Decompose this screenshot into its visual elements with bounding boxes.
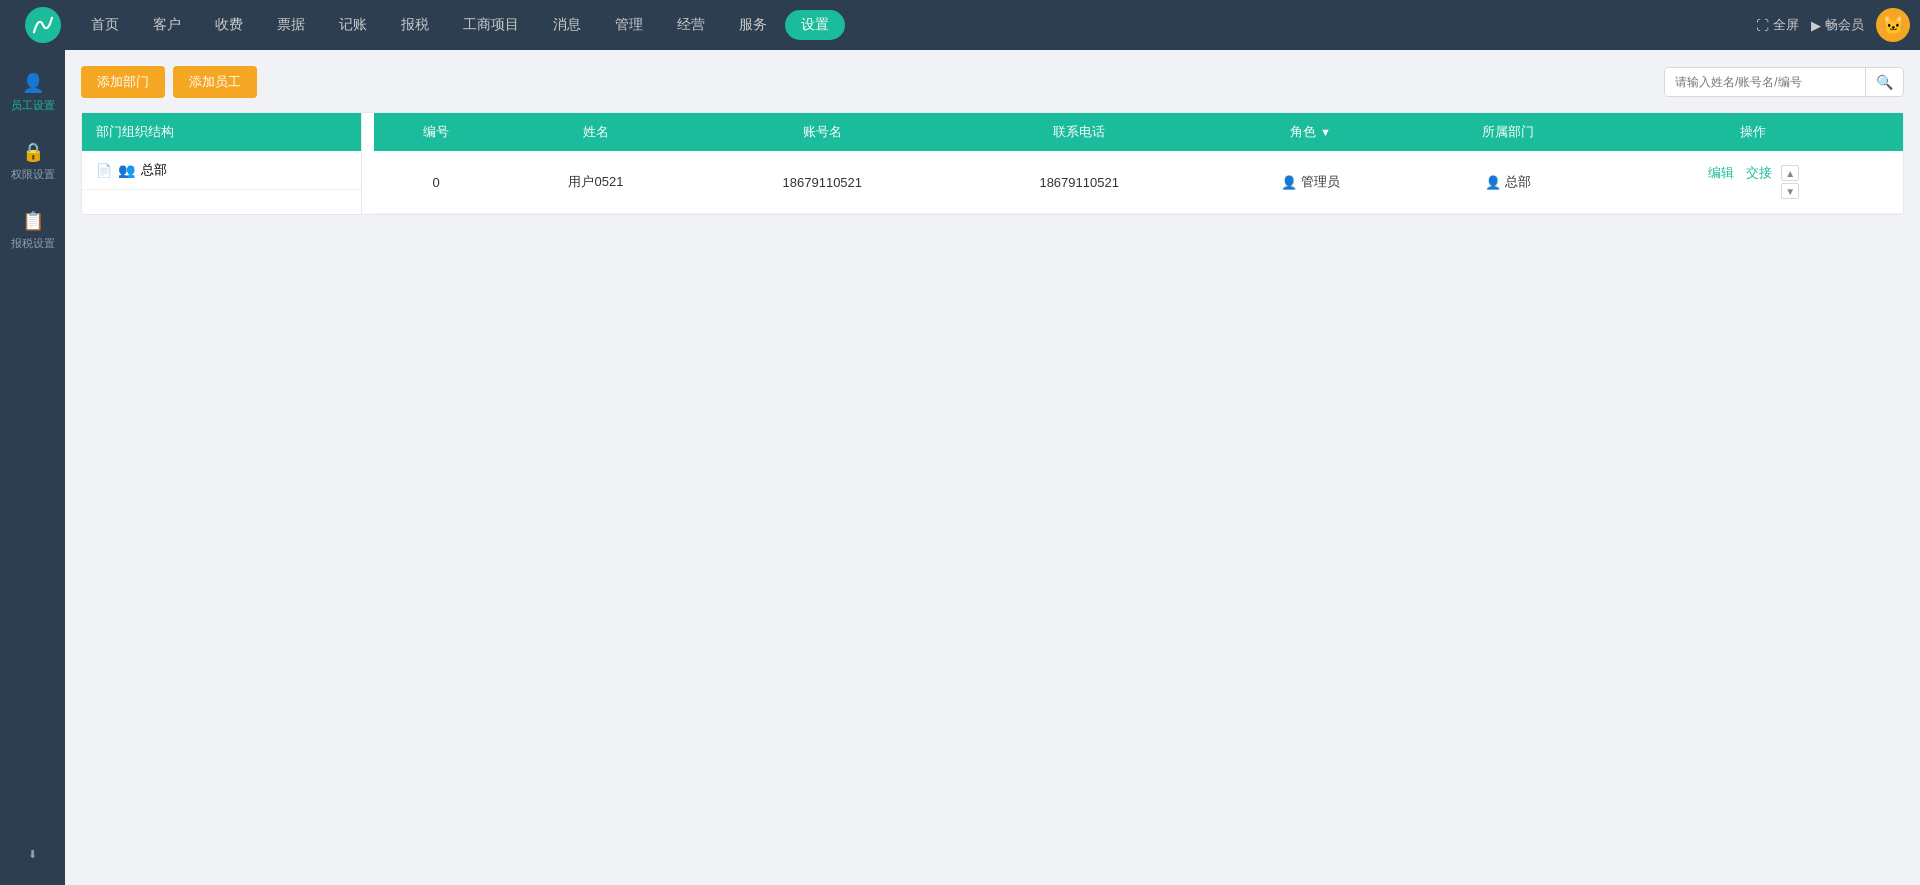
nav-settings[interactable]: 设置 <box>785 10 845 40</box>
nav-invoice[interactable]: 票据 <box>261 10 321 40</box>
nav-customer[interactable]: 客户 <box>137 10 197 40</box>
fullscreen-icon: ⛶ <box>1756 18 1769 33</box>
role-label: 管理员 <box>1301 173 1340 191</box>
employee-icon: 👤 <box>22 72 44 94</box>
member-icon: ▶ <box>1811 18 1821 33</box>
sidebar-item-tax-settings[interactable]: 📋 报税设置 <box>0 198 65 263</box>
member-label: 畅会员 <box>1825 16 1864 34</box>
nav-manage[interactable]: 管理 <box>599 10 659 40</box>
download-icon: ⬇ <box>28 848 37 861</box>
nav-tax[interactable]: 报税 <box>385 10 445 40</box>
content-area: 部门组织结构 📄 👥 总部 编号 姓名 账号名 联系电话 <box>81 112 1904 215</box>
col-phone: 联系电话 <box>951 113 1208 151</box>
dept-name: 总部 <box>141 161 167 179</box>
avatar[interactable]: 🐱 <box>1876 8 1910 42</box>
nav-biz[interactable]: 工商项目 <box>447 10 535 40</box>
main-content: 添加部门 添加员工 🔍 部门组织结构 📄 👥 总部 <box>65 50 1920 885</box>
file-icon: 📄 <box>96 163 112 178</box>
col-name: 姓名 <box>498 113 694 151</box>
cell-phone: 18679110521 <box>951 151 1208 214</box>
logo[interactable] <box>10 7 75 43</box>
nav-items: 首页 客户 收费 票据 记账 报税 工商项目 消息 管理 经营 服务 设置 <box>75 10 1756 40</box>
col-account: 账号名 <box>694 113 951 151</box>
layout: 👤 员工设置 🔒 权限设置 📋 报税设置 ⬇ 添加部门 添加员工 🔍 <box>0 50 1920 885</box>
nav-right: ⛶ 全屏 ▶ 畅会员 🐱 <box>1756 8 1910 42</box>
sidebar-permission-label: 权限设置 <box>11 167 55 182</box>
cell-name: 用户0521 <box>498 151 694 214</box>
dept-person-icon: 👤 <box>1485 175 1501 190</box>
permission-icon: 🔒 <box>22 141 44 163</box>
search-button[interactable]: 🔍 <box>1865 68 1903 96</box>
cell-role: 👤 管理员 <box>1208 151 1414 214</box>
nav-message[interactable]: 消息 <box>537 10 597 40</box>
col-ops: 操作 <box>1602 113 1903 151</box>
add-employee-button[interactable]: 添加员工 <box>173 66 257 98</box>
sidebar-bottom: ⬇ <box>24 836 41 885</box>
col-dept: 所属部门 <box>1414 113 1603 151</box>
dept-label: 总部 <box>1505 173 1531 191</box>
logo-icon <box>25 7 61 43</box>
table-row: 0 用户0521 18679110521 18679110521 👤 管理员 👤… <box>374 151 1903 214</box>
nav-service[interactable]: 服务 <box>723 10 783 40</box>
employee-table-wrap: 编号 姓名 账号名 联系电话 角色 ▼ 所属部门 操作 <box>374 113 1903 214</box>
cell-dept: 👤 总部 <box>1414 151 1603 214</box>
edit-button[interactable]: 编辑 <box>1704 162 1738 184</box>
employee-table: 编号 姓名 账号名 联系电话 角色 ▼ 所属部门 操作 <box>374 113 1903 214</box>
tax-settings-icon: 📋 <box>22 210 44 232</box>
toolbar: 添加部门 添加员工 🔍 <box>81 66 1904 98</box>
dept-tree-item[interactable]: 📄 👥 总部 <box>82 151 361 190</box>
transfer-button[interactable]: 交接 <box>1742 162 1776 184</box>
nav-accounting[interactable]: 记账 <box>323 10 383 40</box>
sidebar: 👤 员工设置 🔒 权限设置 📋 报税设置 ⬇ <box>0 50 65 885</box>
role-icon: 👤 <box>1281 175 1297 190</box>
nav-home[interactable]: 首页 <box>75 10 135 40</box>
nav-fee[interactable]: 收费 <box>199 10 259 40</box>
cell-ops: 编辑 交接 ▲ ▼ <box>1602 151 1903 214</box>
table-header-row: 编号 姓名 账号名 联系电话 角色 ▼ 所属部门 操作 <box>374 113 1903 151</box>
dept-tree-header: 部门组织结构 <box>82 113 361 151</box>
fullscreen-label: 全屏 <box>1773 16 1799 34</box>
sidebar-item-permission[interactable]: 🔒 权限设置 <box>0 129 65 194</box>
search-input[interactable] <box>1665 69 1865 95</box>
top-nav: 首页 客户 收费 票据 记账 报税 工商项目 消息 管理 经营 服务 设置 ⛶ … <box>0 0 1920 50</box>
scroll-down-button[interactable]: ▼ <box>1781 183 1799 199</box>
sidebar-item-employee[interactable]: 👤 员工设置 <box>0 60 65 125</box>
fullscreen-btn[interactable]: ⛶ 全屏 <box>1756 16 1799 34</box>
filter-icon: ▼ <box>1320 126 1331 138</box>
dept-person-icon: 👥 <box>118 162 135 178</box>
nav-ops[interactable]: 经营 <box>661 10 721 40</box>
col-id: 编号 <box>374 113 498 151</box>
col-role[interactable]: 角色 ▼ <box>1208 113 1414 151</box>
sidebar-download-btn[interactable]: ⬇ <box>24 836 41 873</box>
member-btn[interactable]: ▶ 畅会员 <box>1811 16 1864 34</box>
add-dept-button[interactable]: 添加部门 <box>81 66 165 98</box>
cell-account: 18679110521 <box>694 151 951 214</box>
search-bar: 🔍 <box>1664 67 1904 97</box>
scroll-up-button[interactable]: ▲ <box>1781 165 1799 181</box>
dept-tree: 部门组织结构 📄 👥 总部 <box>82 113 362 214</box>
sidebar-employee-label: 员工设置 <box>11 98 55 113</box>
sidebar-tax-label: 报税设置 <box>11 236 55 251</box>
cell-id: 0 <box>374 151 498 214</box>
